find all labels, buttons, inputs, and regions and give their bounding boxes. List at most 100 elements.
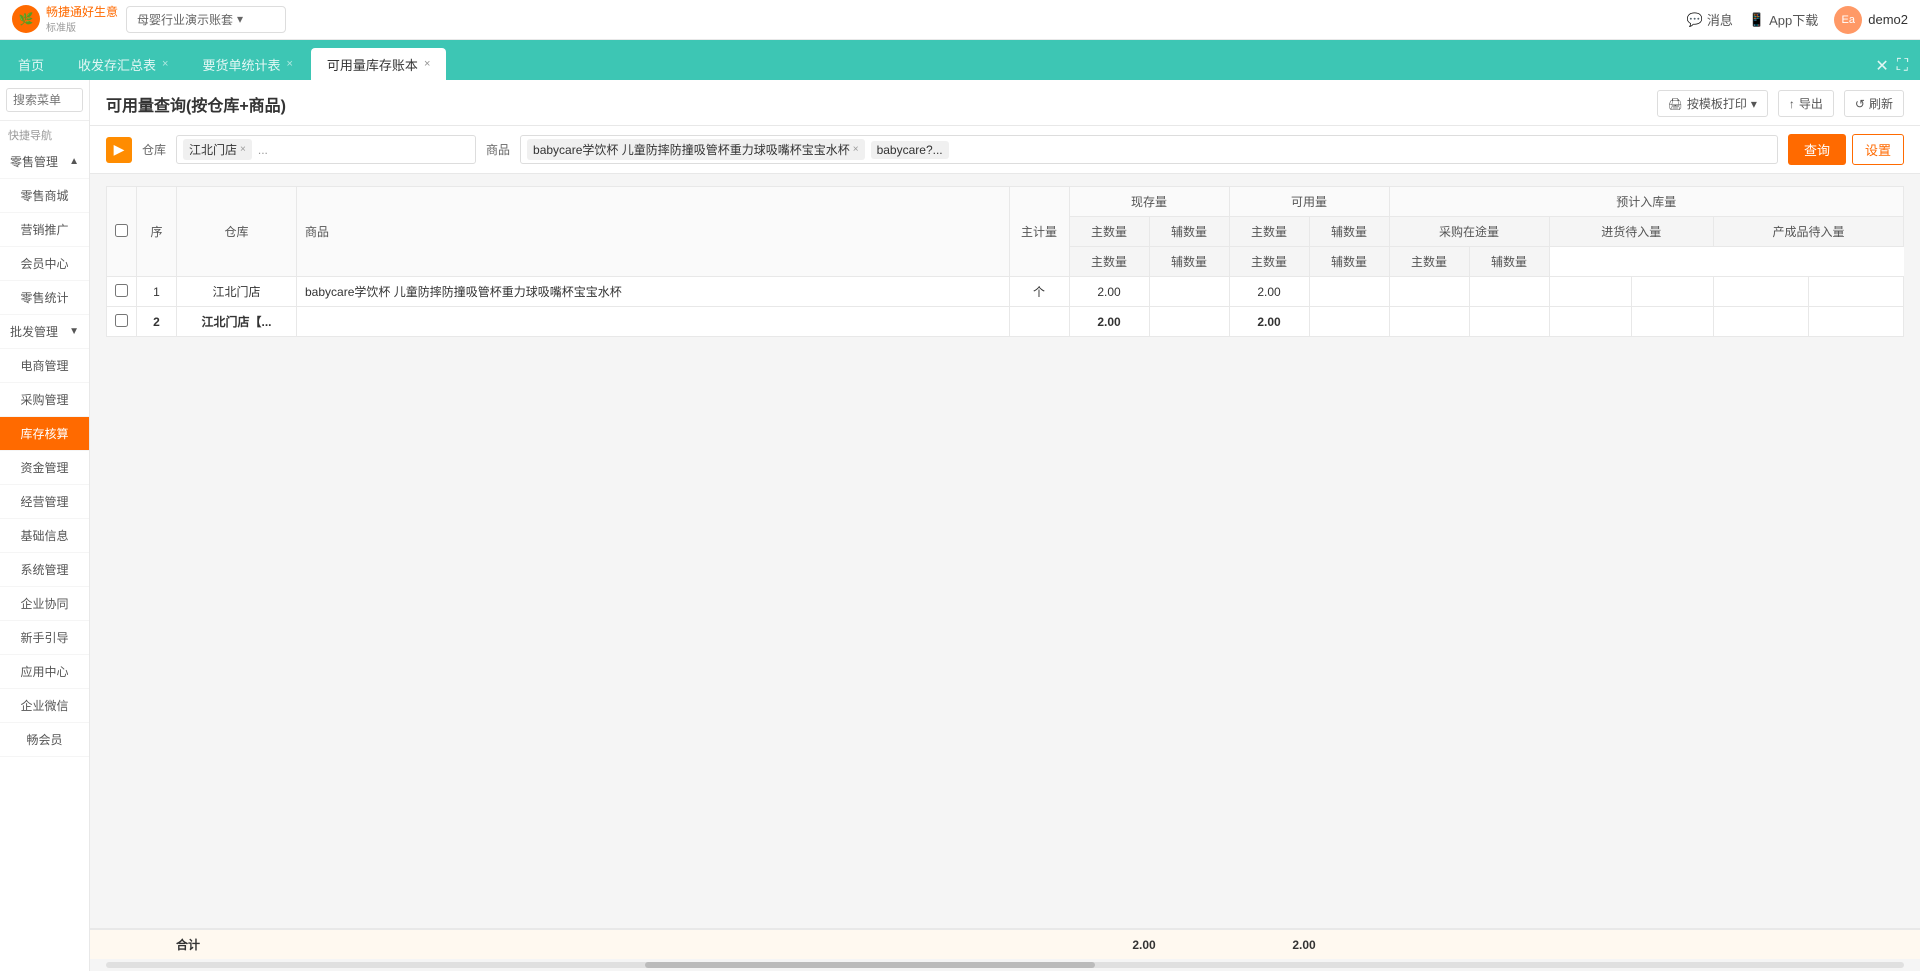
fullscreen-icon[interactable]: ⛶ — [1897, 57, 1908, 75]
user-area[interactable]: Ea demo2 — [1834, 6, 1908, 34]
total-pur-transit-main — [1424, 936, 1504, 953]
row1-stock-main: 2.00 — [1069, 277, 1149, 307]
industry-label: 母婴行业演示账套 — [137, 11, 233, 28]
total-goods-pend-main — [1584, 936, 1664, 953]
sidebar-item-retail-mgmt[interactable]: 零售管理 ▲ — [0, 145, 89, 179]
template-print-button[interactable]: 🖨 按模板打印 ▾ — [1657, 90, 1768, 117]
sidebar-basic-info-label: 基础信息 — [20, 527, 68, 544]
row1-product: babycare学饮杯 儿童防摔防撞吸管杯重力球吸嘴杯宝宝水杯 — [297, 277, 1010, 307]
sidebar-wholesale-label: 批发管理 — [10, 323, 58, 340]
tab-receivable[interactable]: 收发存汇总表 × — [62, 48, 184, 80]
table-body: 1 江北门店 babycare学饮杯 儿童防摔防撞吸管杯重力球吸嘴杯宝宝水杯 个… — [107, 277, 1904, 337]
col-num-header: 序 — [137, 187, 177, 277]
row2-avail-sub — [1309, 307, 1389, 337]
col-finished-pending-header: 产成品待入量 — [1713, 217, 1903, 247]
tab-order-stat-label: 要货单统计表 — [202, 55, 280, 74]
sidebar-item-purchase-mgmt[interactable]: 采购管理 — [0, 383, 89, 417]
col-checkbox-header[interactable] — [107, 187, 137, 277]
refresh-button[interactable]: ↺ 刷新 — [1844, 90, 1904, 117]
query-button[interactable]: 查询 — [1788, 134, 1846, 165]
row2-checkbox[interactable] — [107, 307, 137, 337]
sidebar-item-ecommerce[interactable]: 电商管理 — [0, 349, 89, 383]
close-all-tabs-icon[interactable]: ✕ — [1875, 56, 1888, 76]
sidebar-inventory-label: 库存核算 — [20, 425, 68, 442]
sidebar-retail-mall-label: 零售商城 — [20, 187, 68, 204]
table-header-row-1: 序 仓库 商品 主计量 现存量 可用量 预计入库量 — [107, 187, 1904, 217]
tab-order-stat-close[interactable]: × — [286, 58, 292, 70]
product-filter-input[interactable]: babycare学饮杯 儿童防摔防撞吸管杯重力球吸嘴杯宝宝水杯 × babyca… — [520, 135, 1778, 164]
horizontal-scrollbar[interactable] — [90, 959, 1920, 971]
row2-unit — [1009, 307, 1069, 337]
sidebar-item-system-mgmt[interactable]: 系统管理 — [0, 553, 89, 587]
tab-available-stock[interactable]: 可用量库存账本 × — [311, 48, 446, 80]
filter-toggle-button[interactable]: ▶ — [106, 137, 132, 163]
search-input[interactable] — [6, 88, 83, 112]
row1-checkbox[interactable] — [107, 277, 137, 307]
scrollbar-thumb[interactable] — [645, 962, 1095, 968]
total-goods-pend-sub — [1664, 936, 1744, 953]
row1-stock-sub — [1149, 277, 1229, 307]
col-current-stock-header: 现存量 — [1069, 187, 1229, 217]
sidebar-item-basic-info[interactable]: 基础信息 — [0, 519, 89, 553]
total-fin-pend-main — [1744, 936, 1824, 953]
tab-home[interactable]: 首页 — [2, 48, 60, 80]
row1-goods-pend-sub — [1631, 277, 1713, 307]
export-button[interactable]: ↑ 导出 — [1778, 90, 1834, 117]
sidebar-item-member-center[interactable]: 会员中心 — [0, 247, 89, 281]
message-button[interactable]: 💬 消息 — [1687, 10, 1733, 29]
col-warehouse-header: 仓库 — [177, 187, 297, 277]
col-goods-pend-main-header: 主数量 — [1229, 247, 1309, 277]
product-tag1-remove[interactable]: × — [853, 144, 859, 155]
app-download-label: App下载 — [1769, 10, 1818, 29]
total-table: 合计 2.00 2.00 — [106, 936, 1904, 953]
tab-available-stock-close[interactable]: × — [424, 58, 430, 70]
app-edition: 标准版 — [46, 19, 118, 34]
template-print-label: 按模板打印 — [1687, 95, 1747, 112]
row2-check[interactable] — [115, 314, 128, 327]
sidebar-item-retail-mall[interactable]: 零售商城 — [0, 179, 89, 213]
sidebar-item-retail-stats[interactable]: 零售统计 — [0, 281, 89, 315]
row1-check[interactable] — [115, 284, 128, 297]
col-stock-main-header: 主数量 — [1069, 217, 1149, 247]
row2-warehouse: 江北门店【... — [177, 307, 297, 337]
table-container: 序 仓库 商品 主计量 现存量 可用量 预计入库量 主数量 辅数量 主数量 辅数… — [90, 174, 1920, 928]
sidebar-item-enterprise-wechat[interactable]: 企业微信 — [0, 689, 89, 723]
sidebar-item-finance[interactable]: 资金管理 — [0, 451, 89, 485]
app-download-button[interactable]: 📱 App下载 — [1749, 10, 1818, 29]
total-row: 合计 2.00 2.00 — [90, 928, 1920, 959]
sidebar-item-enterprise-collab[interactable]: 企业协同 — [0, 587, 89, 621]
sidebar-item-wholesale-mgmt[interactable]: 批发管理 ▼ — [0, 315, 89, 349]
col-avail-sub-header: 辅数量 — [1309, 217, 1389, 247]
sidebar-item-operations[interactable]: 经营管理 — [0, 485, 89, 519]
row2-pur-transit-sub — [1469, 307, 1549, 337]
top-header: 🌿 畅捷通好生意 标准版 母婴行业演示账套 ▾ 💬 消息 📱 App下载 Ea … — [0, 0, 1920, 40]
print-icon: 🖨 — [1668, 97, 1683, 111]
sidebar-item-inventory[interactable]: 库存核算 — [0, 417, 89, 451]
product-tag1: babycare学饮杯 儿童防摔防撞吸管杯重力球吸嘴杯宝宝水杯 × — [527, 139, 865, 160]
sidebar-item-app-center[interactable]: 应用中心 — [0, 655, 89, 689]
setting-button[interactable]: 设置 — [1852, 134, 1904, 165]
table-row: 2 江北门店【... 2.00 2.00 — [107, 307, 1904, 337]
row2-avail-main: 2.00 — [1229, 307, 1309, 337]
sidebar-enterprise-wechat-label: 企业微信 — [20, 697, 68, 714]
warehouse-filter-input[interactable]: 江北门店 × ... — [176, 135, 476, 164]
col-stock-sub-header: 辅数量 — [1149, 217, 1229, 247]
row2-stock-sub — [1149, 307, 1229, 337]
col-purchase-transit-header: 采购在途量 — [1389, 217, 1549, 247]
table-row: 1 江北门店 babycare学饮杯 儿童防摔防撞吸管杯重力球吸嘴杯宝宝水杯 个… — [107, 277, 1904, 307]
tab-order-stat[interactable]: 要货单统计表 × — [186, 48, 308, 80]
select-all-checkbox[interactable] — [115, 224, 128, 237]
sidebar-item-marketing[interactable]: 营销推广 — [0, 213, 89, 247]
total-col-checkbox — [106, 936, 136, 953]
col-avail-main-header: 主数量 — [1229, 217, 1309, 247]
sidebar-item-vip-member[interactable]: 畅会员 — [0, 723, 89, 757]
tab-receivable-close[interactable]: × — [162, 58, 168, 70]
sidebar-item-new-guide[interactable]: 新手引导 — [0, 621, 89, 655]
industry-selector[interactable]: 母婴行业演示账套 ▾ — [126, 6, 286, 33]
product-filter-label: 商品 — [486, 141, 510, 158]
sidebar-search-area — [0, 80, 89, 121]
warehouse-tag-remove[interactable]: × — [240, 144, 246, 155]
product-tag2-text: babycare?... — [877, 143, 943, 157]
user-name: demo2 — [1868, 12, 1908, 27]
export-icon: ↑ — [1789, 97, 1795, 111]
